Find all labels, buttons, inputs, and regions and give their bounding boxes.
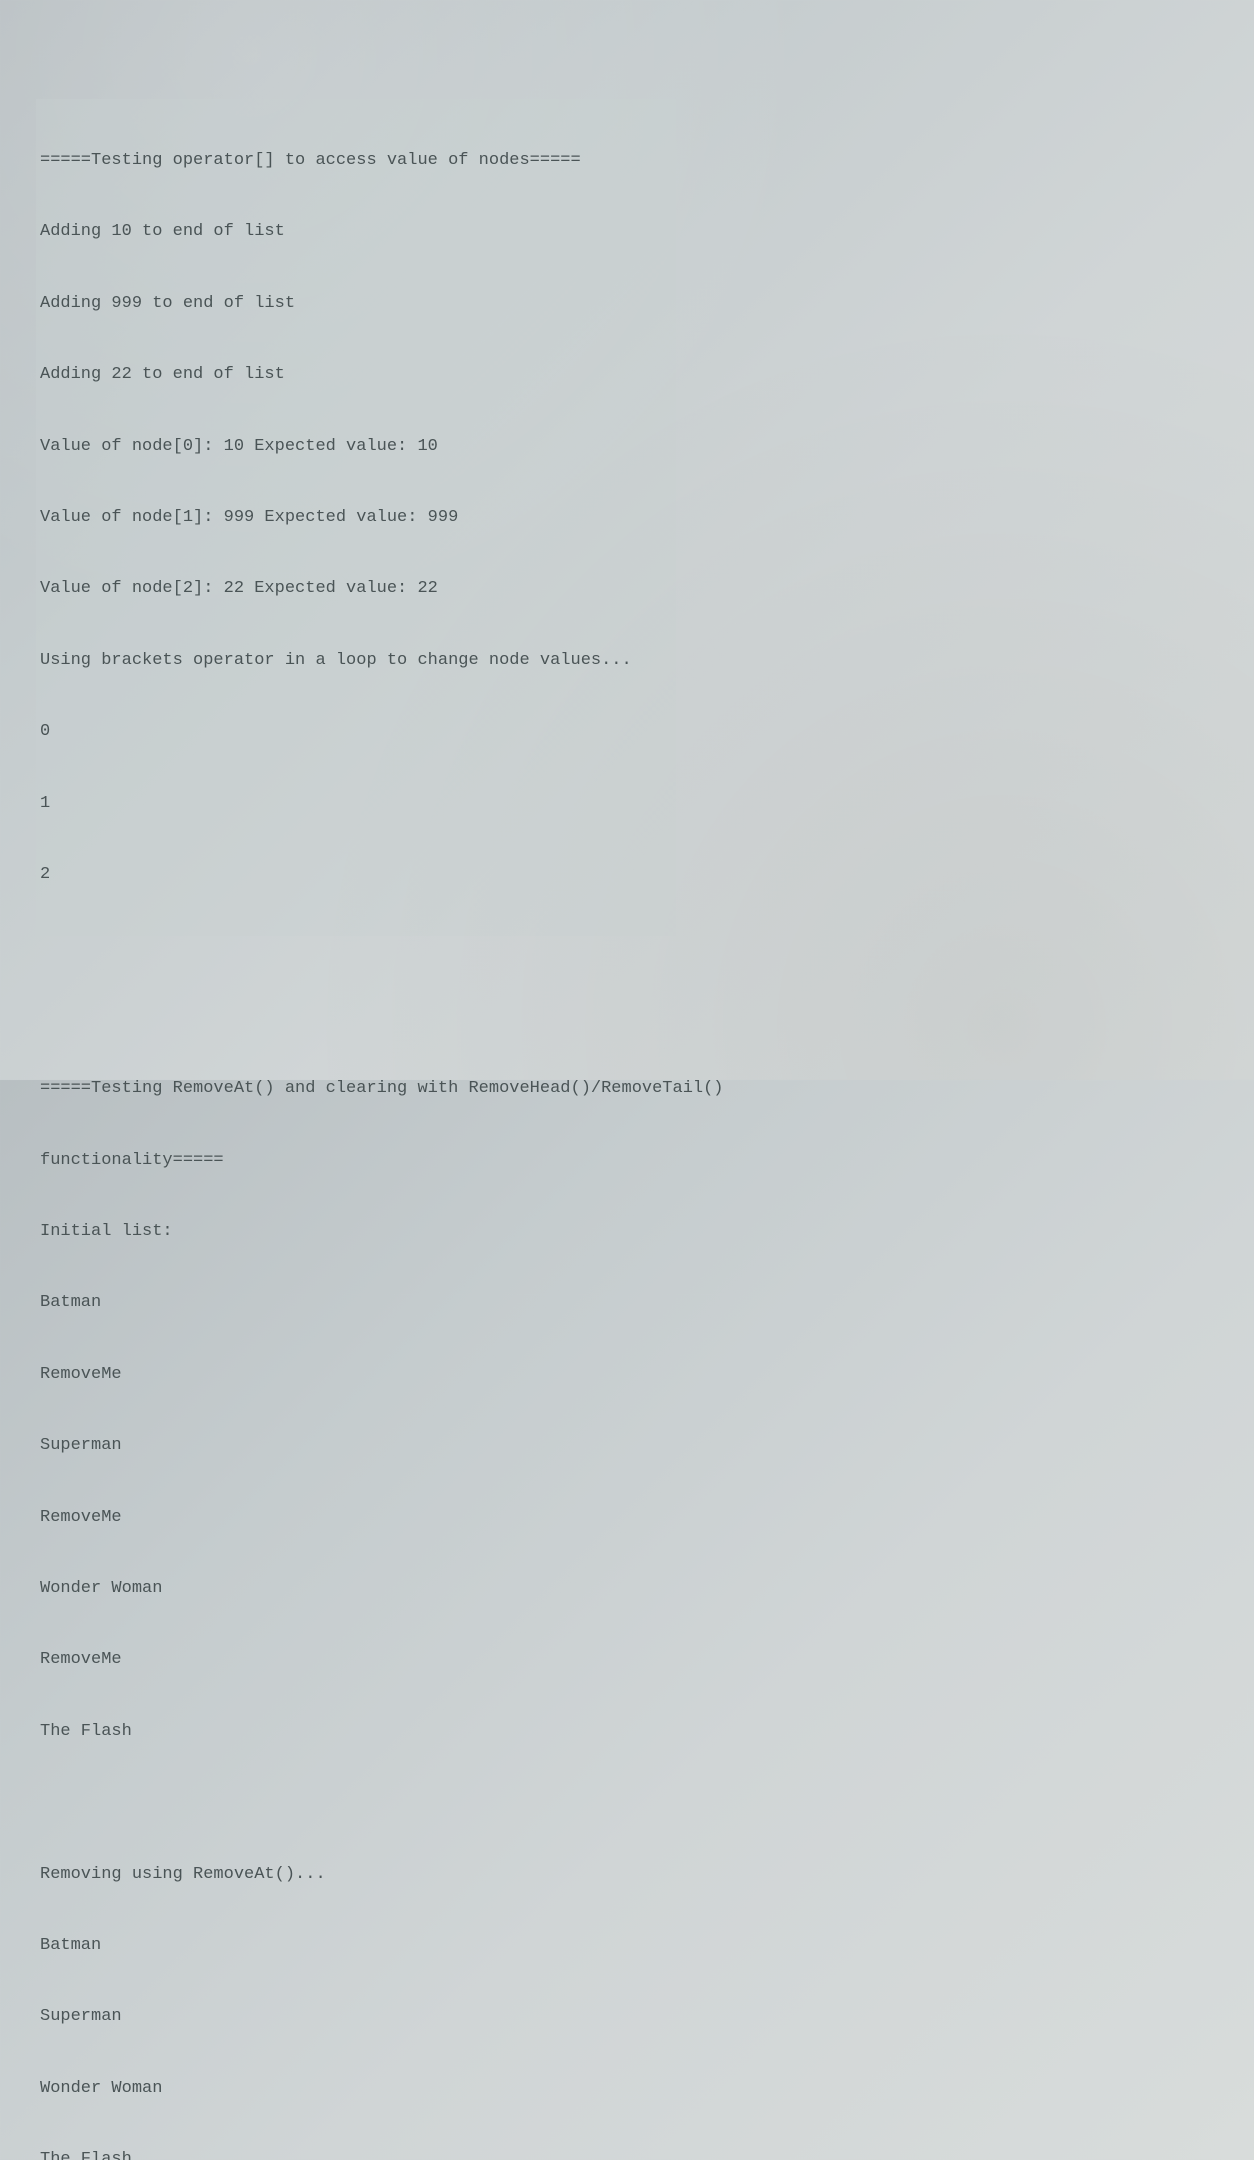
list-item: Batman [40,1934,1214,1958]
section-operator-test: =====Testing operator[] to access value … [36,99,676,936]
output-line: Using brackets operator in a loop to cha… [40,649,676,673]
output-line: Value of node[2]: 22 Expected value: 22 [40,577,676,601]
list-item: RemoveMe [40,1363,1214,1387]
list-item: Wonder Woman [40,2077,1214,2101]
blank-line [40,1791,1214,1815]
list-item: Superman [40,2005,1214,2029]
section-header-cont: functionality===== [40,1149,1214,1173]
output-line: Adding 999 to end of list [40,292,676,316]
section-header: =====Testing RemoveAt() and clearing wit… [40,1077,1214,1101]
list-item: Wonder Woman [40,1577,1214,1601]
initial-list-label: Initial list: [40,1220,1214,1244]
output-line: Adding 22 to end of list [40,363,676,387]
list-item: RemoveMe [40,1648,1214,1672]
output-line: Value of node[1]: 999 Expected value: 99… [40,506,676,530]
output-line: 0 [40,720,676,744]
output-line: Adding 10 to end of list [40,220,676,244]
list-item: Superman [40,1434,1214,1458]
output-line: 2 [40,863,676,887]
output-line: Value of node[0]: 10 Expected value: 10 [40,435,676,459]
list-item: RemoveMe [40,1506,1214,1530]
section-header: =====Testing operator[] to access value … [40,149,676,173]
list-item: The Flash [40,2148,1214,2160]
list-item: Batman [40,1291,1214,1315]
list-item: The Flash [40,1720,1214,1744]
removing-label: Removing using RemoveAt()... [40,1863,1214,1887]
output-line: 1 [40,792,676,816]
terminal-output: =====Testing operator[] to access value … [40,28,1214,2160]
section-removeat-test: =====Testing RemoveAt() and clearing wit… [40,1030,1214,2160]
